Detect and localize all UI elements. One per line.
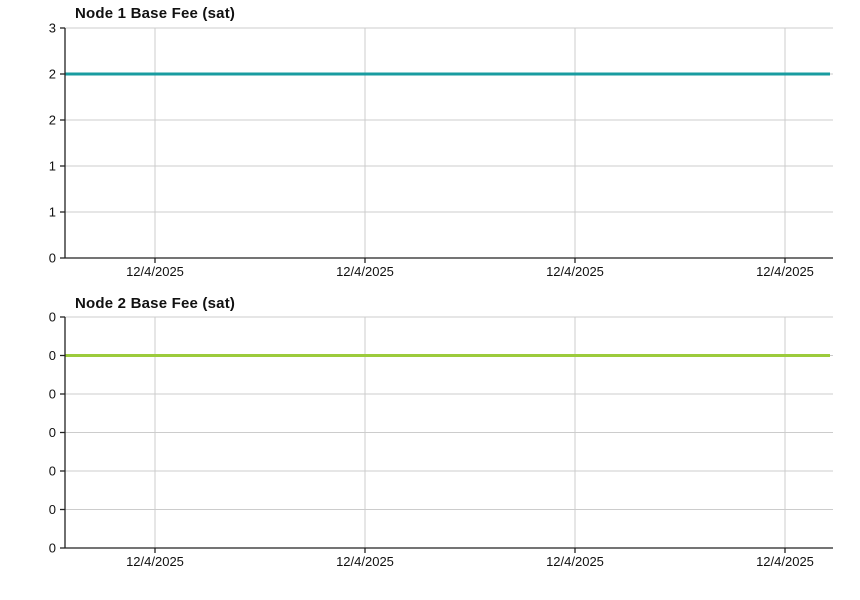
y-tick-label: 2 [49,67,56,82]
y-tick-label: 0 [49,348,56,363]
x-tick-label: 12/4/2025 [756,554,814,569]
y-tick-label: 3 [49,21,56,36]
y-tick-label: 0 [49,425,56,440]
y-tick-label: 0 [49,310,56,325]
node1-plot-area: 3 2 2 1 1 0 12/4/2025 12/4/2025 12/4/2025 12/4/20… [49,21,833,279]
x-tick-label: 12/4/2025 [336,264,394,279]
node2-chart-title: Node 2 Base Fee (sat) [75,295,236,312]
x-tick-label: 12/4/2025 [336,554,394,569]
y-tick-label: 0 [49,464,56,479]
y-tick-label: 0 [49,387,56,402]
charts-page: 3 2 2 1 1 0 12/4/2025 12/4/2025 12/4/2025 12/4/20… [0,0,860,600]
x-tick-label: 12/4/2025 [126,264,184,279]
y-tick-label: 0 [49,502,56,517]
y-tick-label: 1 [49,159,56,174]
x-tick-label: 12/4/2025 [546,264,604,279]
node2-base-fee-chart: 0 0 0 0 0 0 0 12/4/2025 12/4/2025 12/4/2025 12/4/2… [0,290,860,600]
node1-chart-title: Node 1 Base Fee (sat) [75,5,236,22]
x-tick-label: 12/4/2025 [126,554,184,569]
y-tick-label: 2 [49,113,56,128]
node2-plot-area: 0 0 0 0 0 0 0 12/4/2025 12/4/2025 12/4/2025 12/4/2… [49,310,833,569]
node1-base-fee-chart: 3 2 2 1 1 0 12/4/2025 12/4/2025 12/4/2025 12/4/20… [0,0,860,290]
x-tick-label: 12/4/2025 [546,554,604,569]
y-tick-label: 1 [49,205,56,220]
x-tick-label: 12/4/2025 [756,264,814,279]
y-tick-label: 0 [49,541,56,556]
y-tick-label: 0 [49,251,56,266]
